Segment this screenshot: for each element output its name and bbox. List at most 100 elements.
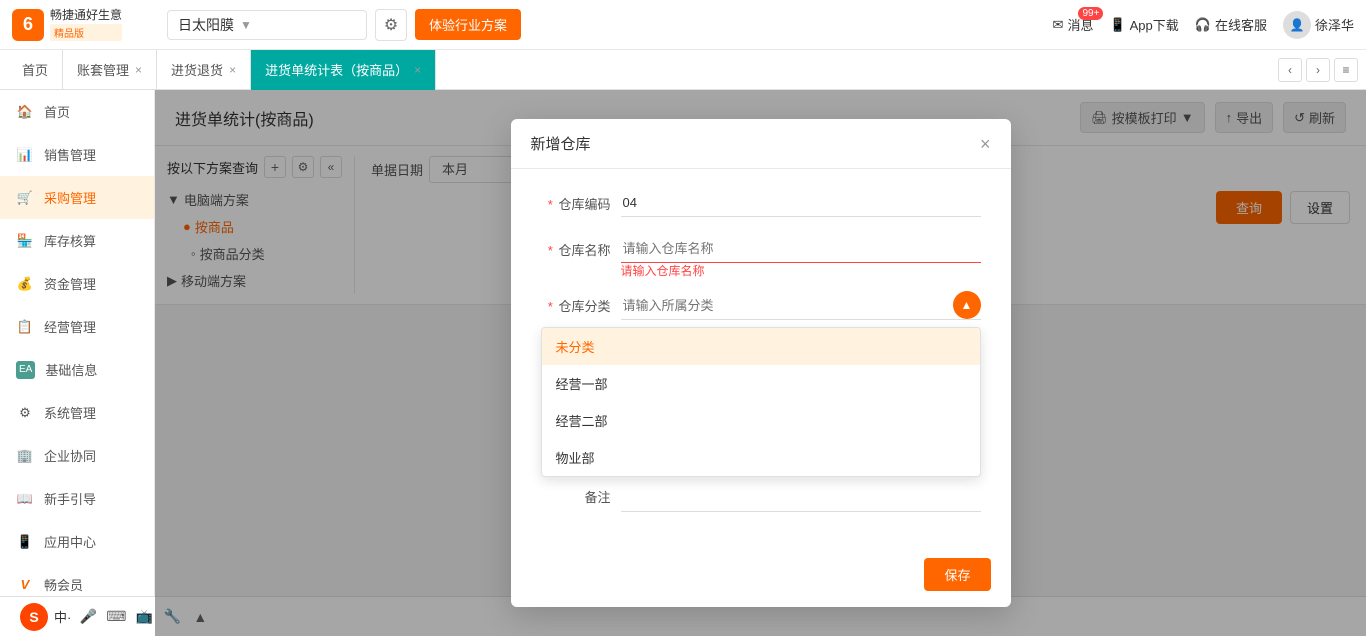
sidebar-item-basic-info[interactable]: EA 基础信息 <box>0 348 154 391</box>
apps-icon: 📱 <box>16 533 34 551</box>
sidebar-item-apps[interactable]: 📱 应用中心 <box>0 520 154 563</box>
modal-close-button[interactable]: × <box>980 135 991 153</box>
sidebar-item-enterprise[interactable]: 🏢 企业协同 <box>0 434 154 477</box>
app-download-button[interactable]: 📱 App下载 <box>1109 15 1178 34</box>
avatar: 👤 <box>1283 11 1311 39</box>
add-warehouse-modal: 新增仓库 × * 仓库编码 * 仓库名称 <box>511 119 1011 607</box>
message-icon: ✉ <box>1053 17 1064 33</box>
tab-menu-button[interactable]: ≡ <box>1334 58 1358 82</box>
tab-next-button[interactable]: › <box>1306 58 1330 82</box>
logo-char: 6 <box>23 14 33 35</box>
sidebar-item-purchase-label: 采购管理 <box>44 188 96 207</box>
search-dropdown-icon[interactable]: ▼ <box>240 18 252 32</box>
phone-icon: 📱 <box>1109 17 1125 33</box>
dropdown-item-property[interactable]: 物业部 <box>542 439 980 476</box>
sidebar: 🏠 首页 📊 销售管理 🛒 采购管理 🏪 库存核算 💰 资金管理 📋 经营管理 … <box>0 90 155 636</box>
sidebar-item-vip-label: 畅会员 <box>44 575 83 594</box>
finance-icon: 💰 <box>16 275 34 293</box>
sidebar-item-operations-label: 经营管理 <box>44 317 96 336</box>
sidebar-item-finance[interactable]: 💰 资金管理 <box>0 262 154 305</box>
tab-account[interactable]: 账套管理 × <box>63 50 157 90</box>
vip-icon: V <box>16 576 34 594</box>
sidebar-item-enterprise-label: 企业协同 <box>44 446 96 465</box>
sidebar-item-sales[interactable]: 📊 销售管理 <box>0 133 154 176</box>
online-service-button[interactable]: 🎧 在线客服 <box>1195 15 1267 34</box>
tab-return[interactable]: 进货退货 × <box>157 50 251 90</box>
basic-info-icon: EA <box>16 361 35 379</box>
tab-return-label: 进货退货 <box>171 60 223 79</box>
sidebar-item-basic-info-label: 基础信息 <box>45 360 97 379</box>
tab-home-label: 首页 <box>22 60 48 79</box>
form-row-code: * 仓库编码 <box>541 189 981 217</box>
sidebar-item-finance-label: 资金管理 <box>44 274 96 293</box>
code-input[interactable] <box>621 189 981 217</box>
required-mark3: * <box>548 299 553 314</box>
form-row-note: 备注 <box>541 480 981 512</box>
code-label: * 仓库编码 <box>541 194 611 213</box>
category-label: * 仓库分类 <box>541 296 611 315</box>
inventory-icon: 🏪 <box>16 232 34 250</box>
guide-icon: 📖 <box>16 490 34 508</box>
header-search-box[interactable]: 日太阳膜 ▼ <box>167 10 367 40</box>
tab-prev-button[interactable]: ‹ <box>1278 58 1302 82</box>
mic-icon[interactable]: 🎤 <box>77 606 99 628</box>
content-area: 进货单统计(按商品) 🖨 按模板打印 ▼ ↑ 导出 ↺ 刷新 <box>155 90 1366 636</box>
tab-stats[interactable]: 进货单统计表（按商品） × <box>251 50 436 90</box>
sidebar-item-inventory[interactable]: 🏪 库存核算 <box>0 219 154 262</box>
category-input[interactable] <box>621 292 953 319</box>
header-search-area: 日太阳膜 ▼ ⚙ 体验行业方案 <box>167 9 1053 41</box>
app-badge: 精品版 <box>50 24 122 41</box>
sidebar-item-sales-label: 销售管理 <box>44 145 96 164</box>
required-mark2: * <box>548 243 553 258</box>
logo-text-area: 畅捷通好生意 精品版 <box>50 8 122 41</box>
username: 徐泽华 <box>1315 15 1354 34</box>
tab-home[interactable]: 首页 <box>8 50 63 90</box>
operations-icon: 📋 <box>16 318 34 336</box>
dropdown-item-ops1[interactable]: 经营一部 <box>542 365 980 402</box>
header-gear-button[interactable]: ⚙ <box>375 9 407 41</box>
tab-bar: 首页 账套管理 × 进货退货 × 进货单统计表（按商品） × ‹ › ≡ <box>0 50 1366 90</box>
app-download-label: App下载 <box>1130 15 1179 34</box>
bottom-s-logo: S <box>20 603 48 631</box>
note-textarea[interactable] <box>621 480 981 512</box>
sidebar-item-home[interactable]: 🏠 首页 <box>0 90 154 133</box>
category-dropdown: 未分类 经营一部 经营二部 物业部 <box>541 327 981 477</box>
modal-header: 新增仓库 × <box>511 119 1011 169</box>
sidebar-item-inventory-label: 库存核算 <box>44 231 96 250</box>
sidebar-item-guide[interactable]: 📖 新手引导 <box>0 477 154 520</box>
sidebar-item-system[interactable]: ⚙ 系统管理 <box>0 391 154 434</box>
category-toggle-button[interactable]: ▲ <box>953 291 981 319</box>
message-button[interactable]: ✉ 消息 99+ <box>1053 15 1094 34</box>
headset-icon: 🎧 <box>1195 17 1211 33</box>
save-button[interactable]: 保存 <box>924 558 990 591</box>
keyboard-icon[interactable]: ⌨ <box>105 606 127 628</box>
experience-button[interactable]: 体验行业方案 <box>415 9 521 40</box>
home-icon: 🏠 <box>16 103 34 121</box>
sidebar-item-guide-label: 新手引导 <box>44 489 96 508</box>
message-badge: 99+ <box>1078 7 1103 20</box>
name-error-message: 请输入仓库名称 <box>621 262 705 279</box>
modal-title: 新增仓库 <box>531 133 591 154</box>
category-input-wrapper: ▲ <box>621 291 981 320</box>
dropdown-item-ops2[interactable]: 经营二部 <box>542 402 980 439</box>
header-right-area: ✉ 消息 99+ 📱 App下载 🎧 在线客服 👤 徐泽华 <box>1053 11 1354 39</box>
main-layout: 🏠 首页 📊 销售管理 🛒 采购管理 🏪 库存核算 💰 资金管理 📋 经营管理 … <box>0 90 1366 636</box>
bottom-text: 中· <box>54 607 71 626</box>
tab-account-label: 账套管理 <box>77 60 129 79</box>
modal-body: * 仓库编码 * 仓库名称 请输入仓库名称 <box>511 169 1011 546</box>
tab-return-close[interactable]: × <box>229 63 236 77</box>
monitor-icon[interactable]: 📺 <box>133 606 155 628</box>
dropdown-item-unclassified[interactable]: 未分类 <box>542 328 980 365</box>
tab-stats-close[interactable]: × <box>414 63 421 77</box>
tab-controls: ‹ › ≡ <box>1278 58 1358 82</box>
name-label: * 仓库名称 <box>541 240 611 259</box>
name-input[interactable] <box>621 235 981 263</box>
user-profile-button[interactable]: 👤 徐泽华 <box>1283 11 1354 39</box>
search-value: 日太阳膜 <box>178 15 234 35</box>
sidebar-item-operations[interactable]: 📋 经营管理 <box>0 305 154 348</box>
sidebar-item-purchase[interactable]: 🛒 采购管理 <box>0 176 154 219</box>
app-name: 畅捷通好生意 <box>50 8 122 24</box>
form-row-category: * 仓库分类 ▲ 未分类 经营一部 经营二部 物业部 <box>541 291 981 320</box>
gear-icon: ⚙ <box>384 15 398 35</box>
tab-account-close[interactable]: × <box>135 63 142 77</box>
